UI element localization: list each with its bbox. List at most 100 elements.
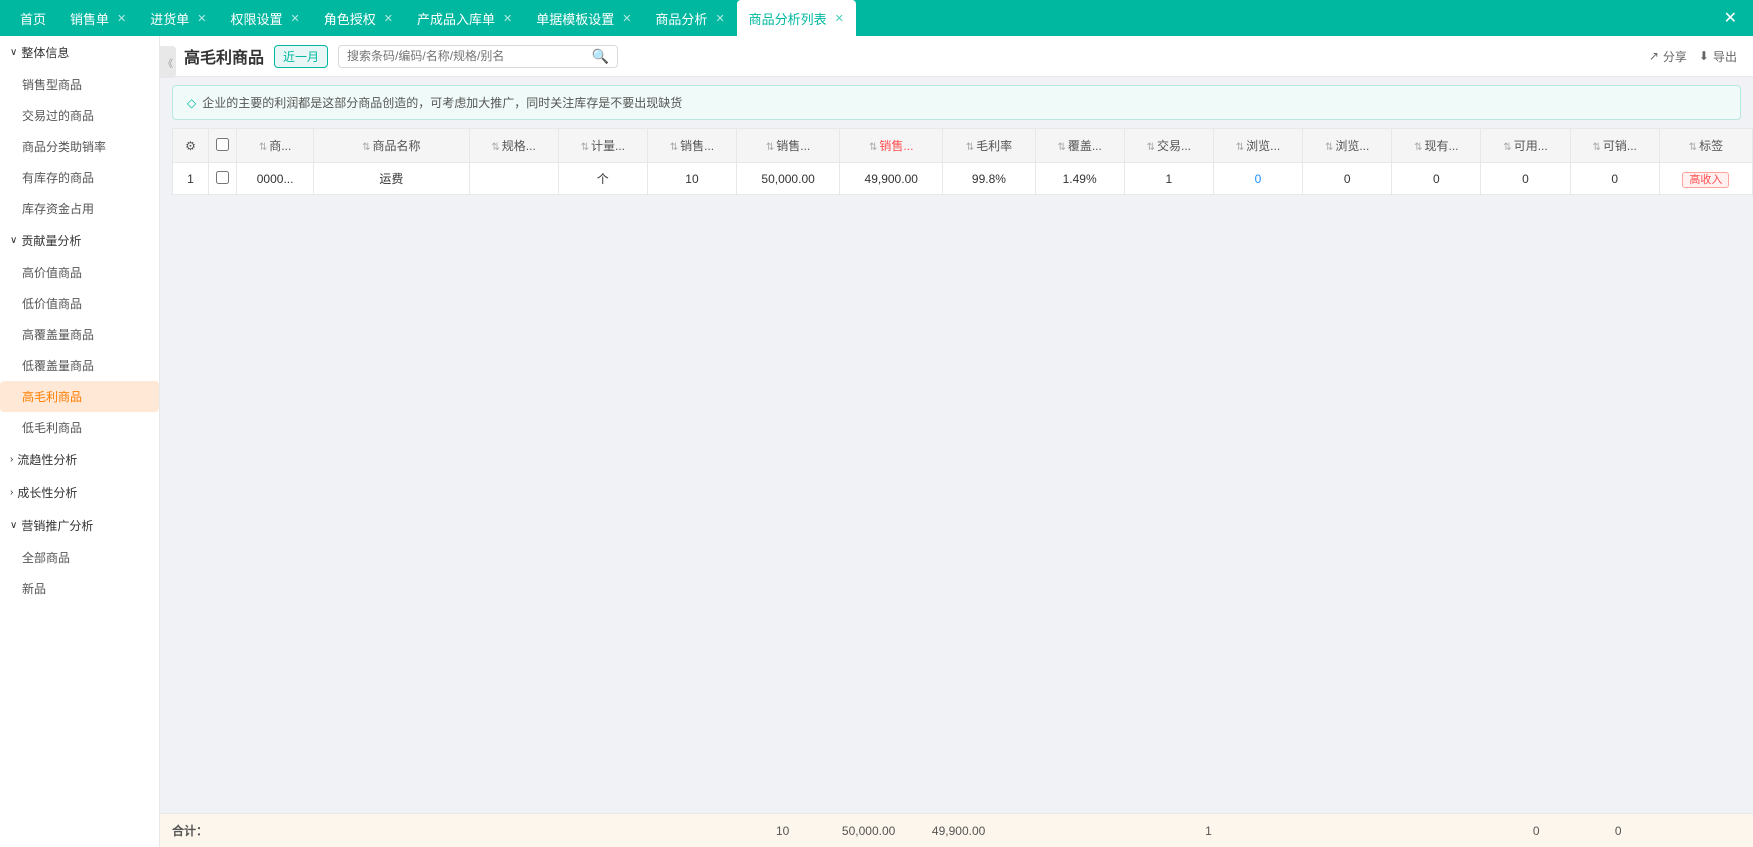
export-button[interactable]: ⬇ 导出 (1699, 48, 1737, 65)
sidebar-item-高覆盖量商品[interactable]: 高覆盖量商品 (0, 319, 159, 350)
col-browse2[interactable]: ⇅浏览... (1303, 129, 1392, 163)
sidebar-item-交易过的商品[interactable]: 交易过的商品 (0, 100, 159, 131)
window-close-button[interactable]: ✕ (1716, 8, 1745, 28)
footer-cell (314, 824, 396, 838)
col-gross-margin[interactable]: ⇅毛利率 (943, 129, 1035, 163)
sidebar-item-销售型商品[interactable]: 销售型商品 (0, 69, 159, 100)
search-input[interactable] (347, 49, 588, 63)
sidebar-group-header[interactable]: ›成长性分析 (0, 476, 159, 509)
col-tag[interactable]: ⇅标签 (1659, 129, 1752, 163)
footer-cell: 49,900.00 (914, 824, 1004, 838)
share-button[interactable]: ↗ 分享 (1649, 48, 1687, 65)
col-spec[interactable]: ⇅规格... (469, 129, 558, 163)
sidebar-item-低毛利商品[interactable]: 低毛利商品 (0, 412, 159, 443)
col-name[interactable]: ⇅商品名称 (314, 129, 469, 163)
nav-close-icon[interactable]: ✕ (835, 12, 844, 25)
nav-close-icon[interactable]: ✕ (503, 12, 512, 25)
sidebar-group: ∨营销推广分析全部商品新品 (0, 509, 159, 604)
col-saleable[interactable]: ⇅可销... (1570, 129, 1659, 163)
footer-cell (1249, 824, 1331, 838)
nav-item-单据模板设置[interactable]: 单据模板设置✕ (524, 0, 643, 36)
footer-cell: 50,000.00 (824, 824, 914, 838)
col-current-stock[interactable]: ⇅现有... (1392, 129, 1481, 163)
col-available[interactable]: ⇅可用... (1481, 129, 1570, 163)
sidebar-item-高价值商品[interactable]: 高价值商品 (0, 257, 159, 288)
nav-item-权限设置[interactable]: 权限设置✕ (218, 0, 311, 36)
info-banner: ◇ 企业的主要的利润都是这部分商品创造的，可考虑加大推广，同时关注库存是不要出现… (172, 85, 1741, 120)
col-sale-net[interactable]: ⇅销售... (840, 129, 943, 163)
nav-close-icon[interactable]: ✕ (291, 12, 300, 25)
cell-sale-amount: 50,000.00 (737, 163, 840, 195)
sidebar-group: ∨整体信息销售型商品交易过的商品商品分类助销率有库存的商品库存资金占用 (0, 36, 159, 224)
select-all-checkbox[interactable] (216, 138, 229, 151)
sidebar: ∨整体信息销售型商品交易过的商品商品分类助销率有库存的商品库存资金占用∨贡献量分… (0, 36, 160, 847)
col-settings[interactable]: ⚙ (173, 129, 209, 163)
sidebar-item-高毛利商品[interactable]: 高毛利商品 (0, 381, 159, 412)
footer-cell (1659, 824, 1741, 838)
cell-index: 1 (173, 163, 209, 195)
sidebar-item-全部商品[interactable]: 全部商品 (0, 542, 159, 573)
nav-item-首页[interactable]: 首页 (8, 0, 58, 36)
nav-close-icon[interactable]: ✕ (715, 12, 724, 25)
sidebar-group-header[interactable]: ›流趋性分析 (0, 443, 159, 476)
footer-label: 合计： (172, 822, 232, 839)
col-sale-amount[interactable]: ⇅销售... (737, 129, 840, 163)
col-transaction[interactable]: ⇅交易... (1124, 129, 1213, 163)
nav-item-进货单[interactable]: 进货单✕ (138, 0, 218, 36)
nav-close-icon[interactable]: ✕ (117, 12, 126, 25)
search-icon: 🔍 (592, 48, 609, 65)
nav-close-icon[interactable]: ✕ (622, 12, 631, 25)
nav-close-icon[interactable]: ✕ (197, 12, 206, 25)
nav-item-产成品入库单[interactable]: 产成品入库单✕ (405, 0, 524, 36)
col-unit[interactable]: ⇅计量... (558, 129, 647, 163)
footer-cells: 1050,000.0049,900.00100 (232, 824, 1741, 838)
row-checkbox[interactable] (216, 171, 229, 184)
footer-cell: 0 (1577, 824, 1659, 838)
sidebar-item-库存资金占用[interactable]: 库存资金占用 (0, 193, 159, 224)
cell-browse2: 0 (1303, 163, 1392, 195)
sidebar-group-header[interactable]: ∨贡献量分析 (0, 224, 159, 257)
cell-checkbox[interactable] (209, 163, 237, 195)
nav-item-商品分析列表[interactable]: 商品分析列表✕ (737, 0, 856, 36)
col-checkbox[interactable] (209, 129, 237, 163)
sidebar-group: ∨贡献量分析高价值商品低价值商品高覆盖量商品低覆盖量商品高毛利商品低毛利商品 (0, 224, 159, 443)
cell-spec (469, 163, 558, 195)
sidebar-item-新品[interactable]: 新品 (0, 573, 159, 604)
browse1-link[interactable]: 0 (1255, 172, 1262, 186)
share-icon: ↗ (1649, 49, 1659, 63)
cell-gross-margin: 99.8% (943, 163, 1035, 195)
cell-current-stock: 0 (1392, 163, 1481, 195)
table-wrapper[interactable]: ⚙ ⇅商... ⇅商品名称 ⇅规格... ⇅计量... ⇅销售... ⇅销售..… (172, 128, 1753, 813)
sidebar-item-商品分类助销率[interactable]: 商品分类助销率 (0, 131, 159, 162)
col-browse1[interactable]: ⇅浏览... (1213, 129, 1302, 163)
filter-recent-month-button[interactable]: 近一月 (274, 45, 328, 68)
sidebar-item-有库存的商品[interactable]: 有库存的商品 (0, 162, 159, 193)
nav-item-销售单[interactable]: 销售单✕ (58, 0, 138, 36)
cell-name: 运费 (314, 163, 469, 195)
nav-close-icon[interactable]: ✕ (384, 12, 393, 25)
group-arrow-icon: › (10, 454, 13, 465)
sidebar-item-低覆盖量商品[interactable]: 低覆盖量商品 (0, 350, 159, 381)
cell-code: 0000... (237, 163, 314, 195)
footer-cell (478, 824, 578, 838)
col-code[interactable]: ⇅商... (237, 129, 314, 163)
sidebar-group-header[interactable]: ∨营销推广分析 (0, 509, 159, 542)
nav-item-角色授权[interactable]: 角色授权✕ (312, 0, 405, 36)
header-actions: ↗ 分享 ⬇ 导出 (1649, 48, 1737, 65)
sidebar-group: ›成长性分析 (0, 476, 159, 509)
export-icon: ⬇ (1699, 49, 1709, 63)
col-sale-qty[interactable]: ⇅销售... (647, 129, 736, 163)
page-title: 高毛利商品 (184, 44, 264, 68)
nav-item-商品分析[interactable]: 商品分析✕ (643, 0, 736, 36)
sidebar-group-header[interactable]: ∨整体信息 (0, 36, 159, 69)
search-box: 🔍 (338, 45, 618, 68)
sidebar-collapse-button[interactable]: 《 (160, 46, 176, 78)
cell-available: 0 (1481, 163, 1570, 195)
cell-browse1[interactable]: 0 (1213, 163, 1302, 195)
col-coverage[interactable]: ⇅覆盖... (1035, 129, 1124, 163)
cell-sale-qty: 10 (647, 163, 736, 195)
sidebar-group: ›流趋性分析 (0, 443, 159, 476)
sidebar-item-低价值商品[interactable]: 低价值商品 (0, 288, 159, 319)
table-header-row: ⚙ ⇅商... ⇅商品名称 ⇅规格... ⇅计量... ⇅销售... ⇅销售..… (173, 129, 1753, 163)
group-arrow-icon: › (10, 487, 13, 498)
